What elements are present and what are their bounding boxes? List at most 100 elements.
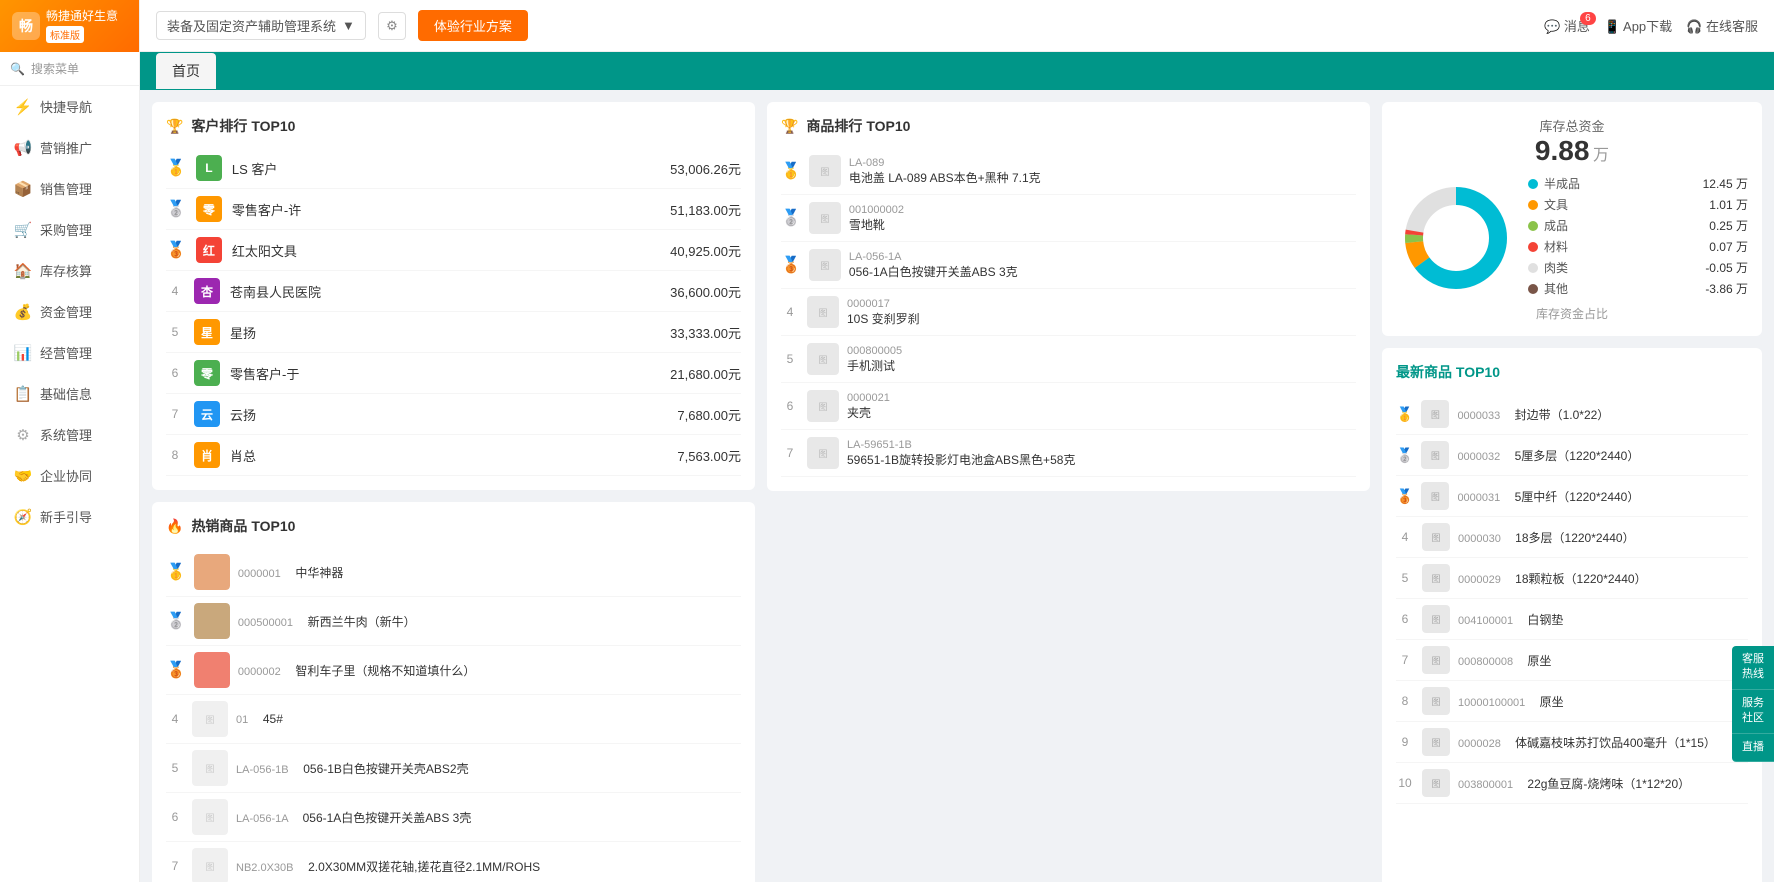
message-icon: 💬	[1544, 19, 1560, 34]
product-thumb: 图	[809, 202, 841, 234]
sidebar-item-marketing[interactable]: 📢 营销推广	[0, 127, 139, 168]
hot-product-item: 🥇 0000001 中华神器	[166, 548, 741, 597]
product-name: 夹壳	[847, 404, 1356, 421]
inventory-icon: 🏠	[14, 262, 32, 280]
sidebar-item-finance[interactable]: 💰 资金管理	[0, 291, 139, 332]
sidebar-search[interactable]: 🔍 搜索菜单	[0, 52, 139, 86]
product-thumb	[194, 652, 230, 688]
finance-icon: 💰	[14, 303, 32, 321]
tab-home[interactable]: 首页	[156, 53, 216, 89]
main-wrapper: 装备及固定资产辅助管理系统 ▼ ⚙ 体验行业方案 💬 6 消息 📱 App下载 …	[140, 0, 1774, 882]
np-name: 原坐	[1540, 695, 1564, 709]
legend-item-chengpin: 成品 0.25 万	[1528, 217, 1748, 234]
phone-icon: 📱	[1604, 19, 1620, 34]
hot-product-item: 6 图 LA-056-1A 056-1A白色按键开关盖ABS 3壳	[166, 793, 741, 842]
sidebar-item-quick-nav[interactable]: ⚡ 快捷导航	[0, 86, 139, 127]
product-thumb: 图	[807, 390, 839, 422]
product-info: LA-056-1A 056-1A白色按键开关盖ABS 3克	[849, 251, 1356, 280]
customer-avatar: 肖	[194, 442, 220, 468]
rank-number: 4	[166, 712, 184, 726]
customer-name: 云扬	[230, 405, 667, 424]
np-code: 0000028	[1458, 738, 1512, 750]
product-thumb: 图	[192, 750, 228, 786]
system-selector[interactable]: 装备及固定资产辅助管理系统 ▼	[156, 11, 366, 40]
app-download-button[interactable]: 📱 App下载	[1604, 16, 1672, 35]
tab-home-label: 首页	[172, 63, 200, 79]
rank-medal: 🥇	[1396, 406, 1413, 423]
sidebar-item-coop[interactable]: 🤝 企业协同	[0, 455, 139, 496]
sidebar-item-label: 快捷导航	[40, 97, 92, 116]
rank-medal: 🥈	[781, 208, 801, 228]
sidebar-item-purchase[interactable]: 🛒 采购管理	[0, 209, 139, 250]
float-service-btn[interactable]: 客服热线	[1732, 646, 1774, 690]
rank-medal: 🥉	[166, 240, 186, 260]
customer-amount: 21,680.00元	[670, 364, 741, 383]
product-code: LA-056-1A	[849, 251, 1356, 263]
np-thumb: 图	[1422, 605, 1450, 633]
inventory-chart-label: 库存资金占比	[1396, 305, 1748, 322]
customer-name: 星扬	[230, 323, 660, 342]
np-name: 原坐	[1527, 654, 1551, 668]
product-name: 10S 变刹罗刹	[847, 310, 1356, 327]
donut-chart-wrap: 半成品 12.45 万 文具 1.01 万 成品 0.25 万	[1396, 175, 1748, 301]
sidebar-item-sys[interactable]: ⚙ 系统管理	[0, 414, 139, 455]
sale-info: 0000001 中华神器	[238, 564, 741, 581]
sidebar-item-ops[interactable]: 📊 经营管理	[0, 332, 139, 373]
sale-info: NB2.0X30B 2.0X30MM双搓花轴,搓花直径2.1MM/ROHS	[236, 858, 741, 875]
product-thumb: 图	[809, 155, 841, 187]
np-code: 10000100001	[1458, 697, 1536, 709]
legend-item-other: 其他 -3.86 万	[1528, 280, 1748, 297]
trial-button[interactable]: 体验行业方案	[418, 10, 528, 41]
product-info: LA-089 电池盖 LA-089 ABS本色+黑种 7.1克	[849, 157, 1356, 186]
rank-number: 6	[1396, 612, 1414, 626]
product-list-item: 6 图 0000021 夹壳	[781, 383, 1356, 430]
product-list: 🥇 图 LA-089 电池盖 LA-089 ABS本色+黑种 7.1克 🥈 图 …	[781, 148, 1356, 477]
rank-number: 8	[1396, 694, 1414, 708]
topbar: 装备及固定资产辅助管理系统 ▼ ⚙ 体验行业方案 💬 6 消息 📱 App下载 …	[140, 0, 1774, 52]
float-live-btn[interactable]: 直播	[1732, 734, 1774, 762]
sidebar-item-base[interactable]: 📋 基础信息	[0, 373, 139, 414]
sale-name: 2.0X30MM双搓花轴,搓花直径2.1MM/ROHS	[308, 860, 540, 874]
customer-ranking-panel: 🏆 客户排行 TOP10 🥇 L LS 客户 53,006.26元 🥈 零 零售…	[152, 102, 755, 490]
customer-amount: 36,600.00元	[670, 282, 741, 301]
chevron-down-icon: ▼	[342, 18, 355, 33]
sidebar-item-guide[interactable]: 🧭 新手引导	[0, 496, 139, 537]
marketing-icon: 📢	[14, 139, 32, 157]
sale-info: 0000002 智利车子里（规格不知道填什么）	[238, 662, 741, 679]
np-name: 18颗粒板（1220*2440）	[1515, 572, 1646, 586]
product-list-item: 🥇 图 LA-089 电池盖 LA-089 ABS本色+黑种 7.1克	[781, 148, 1356, 195]
settings-icon[interactable]: ⚙	[378, 12, 406, 40]
new-product-list: 🥇 图 0000033 封边带（1.0*22） 🥈 图 0000032 5厘多层…	[1396, 394, 1748, 804]
customer-list: 🥇 L LS 客户 53,006.26元 🥈 零 零售客户-许 51,183.0…	[166, 148, 741, 476]
message-button[interactable]: 💬 6 消息	[1544, 16, 1590, 35]
rank-medal: 🥇	[166, 562, 186, 582]
sale-code: NB2.0X30B	[236, 862, 304, 874]
rank-medal: 🥈	[166, 199, 186, 219]
product-list-item: 4 图 0000017 10S 变刹罗刹	[781, 289, 1356, 336]
product-name: 59651-1B旋转投影灯电池盒ABS黑色+58克	[847, 451, 1356, 468]
customer-name: 苍南县人民医院	[230, 282, 660, 301]
sale-name: 中华神器	[295, 566, 343, 580]
np-info: 003800001 22g鱼豆腐-烧烤味（1*12*20）	[1458, 775, 1748, 792]
sidebar-item-inventory[interactable]: 🏠 库存核算	[0, 250, 139, 291]
sale-code: LA-056-1B	[236, 764, 300, 776]
left-column: 🏆 客户排行 TOP10 🥇 L LS 客户 53,006.26元 🥈 零 零售…	[152, 102, 755, 882]
np-info: 000800008 原坐	[1458, 652, 1748, 669]
product-ranking-panel: 🏆 商品排行 TOP10 🥇 图 LA-089 电池盖 LA-089 ABS本色…	[767, 102, 1370, 491]
np-code: 003800001	[1458, 779, 1524, 791]
quick-nav-icon: ⚡	[14, 98, 32, 116]
sidebar-item-sales[interactable]: 📦 销售管理	[0, 168, 139, 209]
float-community-btn[interactable]: 服务社区	[1732, 690, 1774, 734]
online-service-button[interactable]: 🎧 在线客服	[1686, 16, 1758, 35]
customer-amount: 7,563.00元	[677, 446, 741, 465]
new-product-item: 🥈 图 0000032 5厘多层（1220*2440）	[1396, 435, 1748, 476]
sale-name: 056-1A白色按键开关盖ABS 3壳	[303, 811, 472, 825]
product-list-item: 🥈 图 001000002 雪地靴	[781, 195, 1356, 242]
customer-list-item: 7 云 云扬 7,680.00元	[166, 394, 741, 435]
customer-avatar: 云	[194, 401, 220, 427]
sale-info: LA-056-1A 056-1A白色按键开关盖ABS 3壳	[236, 809, 741, 826]
product-thumb: 图	[807, 437, 839, 469]
sidebar: 畅 畅捷通好生意 标准版 🔍 搜索菜单 ⚡ 快捷导航 📢 营销推广 📦 销售管理…	[0, 0, 140, 882]
product-name: 雪地靴	[849, 216, 1356, 233]
np-name: 5厘中纤（1220*2440）	[1515, 490, 1640, 504]
